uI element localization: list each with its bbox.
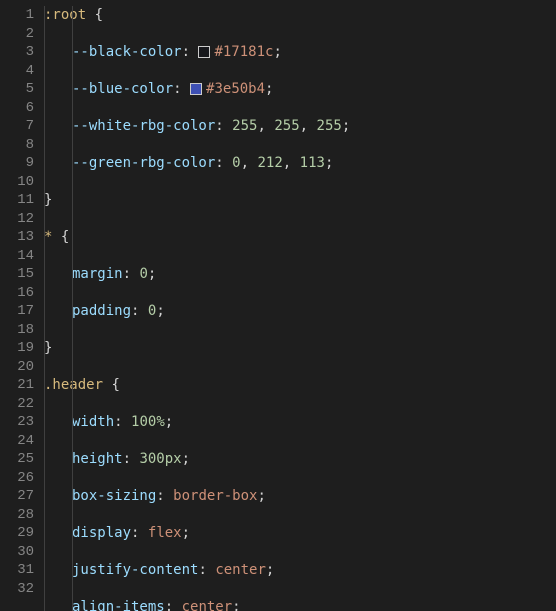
- code-line[interactable]: --white-rbg-color: 255, 255, 255;: [44, 117, 556, 136]
- code-line[interactable]: justify-content: center;: [44, 561, 556, 580]
- line-number: 20: [0, 358, 34, 377]
- code-line[interactable]: }: [44, 339, 556, 358]
- code-line[interactable]: width: 100%;: [44, 413, 556, 432]
- indent-guide: [72, 6, 73, 611]
- line-number: 12: [0, 210, 34, 229]
- code-line[interactable]: --green-rbg-color: 0, 212, 113;: [44, 154, 556, 173]
- line-number: 27: [0, 487, 34, 506]
- code-line[interactable]: :root {: [44, 6, 556, 25]
- line-number: 17: [0, 302, 34, 321]
- line-number: 15: [0, 265, 34, 284]
- line-number: 25: [0, 450, 34, 469]
- line-number: 10: [0, 173, 34, 192]
- line-number: 22: [0, 395, 34, 414]
- line-number: 24: [0, 432, 34, 451]
- code-line[interactable]: box-sizing: border-box;: [44, 487, 556, 506]
- code-line[interactable]: }: [44, 191, 556, 210]
- code-area[interactable]: :root { --black-color: #17181c; --blue-c…: [44, 0, 556, 611]
- line-number: 19: [0, 339, 34, 358]
- line-number: 28: [0, 506, 34, 525]
- code-line[interactable]: height: 300px;: [44, 450, 556, 469]
- line-number: 14: [0, 247, 34, 266]
- code-line[interactable]: * {: [44, 228, 556, 247]
- line-number: 7: [0, 117, 34, 136]
- line-number: 8: [0, 136, 34, 155]
- line-number: 18: [0, 321, 34, 340]
- line-number: 1: [0, 6, 34, 25]
- line-number: 32: [0, 580, 34, 599]
- line-number: 5: [0, 80, 34, 99]
- code-line[interactable]: .header {: [44, 376, 556, 395]
- line-number: 6: [0, 99, 34, 118]
- code-line[interactable]: --blue-color: #3e50b4;: [44, 80, 556, 99]
- line-number: 2: [0, 25, 34, 44]
- indent-guide: [44, 6, 45, 611]
- line-number: 11: [0, 191, 34, 210]
- code-line[interactable]: align-items: center;: [44, 598, 556, 611]
- line-number: 30: [0, 543, 34, 562]
- line-number: 9: [0, 154, 34, 173]
- line-number: 29: [0, 524, 34, 543]
- color-swatch-icon: [190, 83, 202, 95]
- line-number: 23: [0, 413, 34, 432]
- line-number-gutter: 1 2 3 4 5 6 7 8 9 10 11 12 13 14 15 16 1…: [0, 0, 44, 611]
- code-line[interactable]: display: flex;: [44, 524, 556, 543]
- code-line[interactable]: --black-color: #17181c;: [44, 43, 556, 62]
- line-number: 4: [0, 62, 34, 81]
- code-line[interactable]: margin: 0;: [44, 265, 556, 284]
- code-editor: 1 2 3 4 5 6 7 8 9 10 11 12 13 14 15 16 1…: [0, 0, 556, 611]
- line-number: 26: [0, 469, 34, 488]
- line-number: 31: [0, 561, 34, 580]
- line-number: 13: [0, 228, 34, 247]
- color-swatch-icon: [198, 46, 210, 58]
- line-number: 3: [0, 43, 34, 62]
- code-line[interactable]: padding: 0;: [44, 302, 556, 321]
- line-number: 16: [0, 284, 34, 303]
- line-number: 21: [0, 376, 34, 395]
